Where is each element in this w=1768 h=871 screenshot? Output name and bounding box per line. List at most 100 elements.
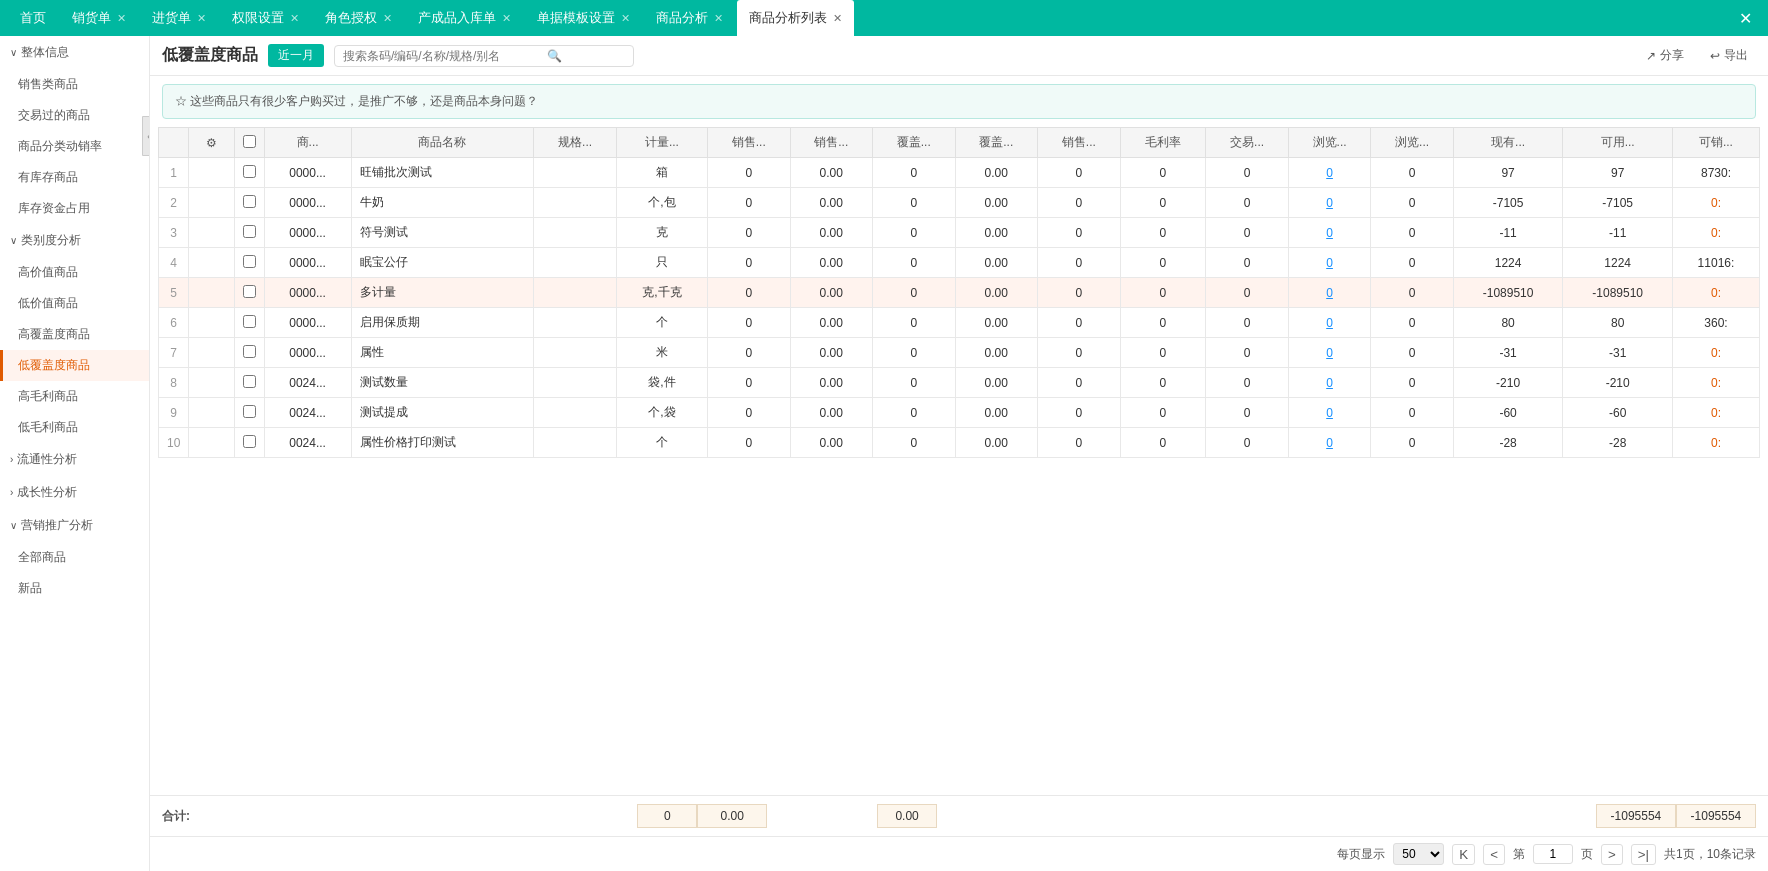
window-close-button[interactable]: ✕ bbox=[1731, 9, 1760, 28]
nav-tab-roles[interactable]: 角色授权 ✕ bbox=[313, 0, 404, 36]
close-icon[interactable]: ✕ bbox=[502, 12, 511, 25]
sidebar-item-traded-goods[interactable]: 交易过的商品 bbox=[0, 100, 149, 131]
col-unit[interactable]: 计量... bbox=[616, 128, 707, 158]
current-page-input[interactable] bbox=[1533, 844, 1573, 864]
row-checkbox-cell[interactable] bbox=[234, 428, 264, 458]
row-checkbox[interactable] bbox=[243, 285, 256, 298]
sidebar-item-category-turnover[interactable]: 商品分类动销率 bbox=[0, 131, 149, 162]
nav-tab-home[interactable]: 首页 bbox=[8, 0, 58, 36]
sidebar-item-sales-goods[interactable]: 销售类商品 bbox=[0, 69, 149, 100]
close-icon[interactable]: ✕ bbox=[383, 12, 392, 25]
row-browse1[interactable]: 0 bbox=[1288, 158, 1371, 188]
col-available[interactable]: 可用... bbox=[1563, 128, 1673, 158]
col-cover1[interactable]: 覆盖... bbox=[873, 128, 956, 158]
row-checkbox[interactable] bbox=[243, 165, 256, 178]
sidebar-item-low-coverage[interactable]: 低覆盖度商品 bbox=[0, 350, 149, 381]
select-all-checkbox[interactable] bbox=[243, 135, 256, 148]
col-code[interactable]: 商... bbox=[264, 128, 351, 158]
nav-tab-sales[interactable]: 销货单 ✕ bbox=[60, 0, 138, 36]
close-icon[interactable]: ✕ bbox=[197, 12, 206, 25]
page-size-select[interactable]: 50 100 200 bbox=[1393, 843, 1444, 865]
sidebar-section-liquidity[interactable]: › 流通性分析 bbox=[0, 443, 149, 476]
row-browse1[interactable]: 0 bbox=[1288, 278, 1371, 308]
search-icon[interactable]: 🔍 bbox=[547, 49, 562, 63]
share-button[interactable]: ↗ 分享 bbox=[1638, 44, 1692, 67]
row-checkbox[interactable] bbox=[243, 225, 256, 238]
col-cover2[interactable]: 覆盖... bbox=[955, 128, 1038, 158]
row-browse1[interactable]: 0 bbox=[1288, 398, 1371, 428]
col-browse1[interactable]: 浏览... bbox=[1288, 128, 1371, 158]
nav-tab-purchase[interactable]: 进货单 ✕ bbox=[140, 0, 218, 36]
row-checkbox-cell[interactable] bbox=[234, 218, 264, 248]
close-icon[interactable]: ✕ bbox=[117, 12, 126, 25]
sidebar-item-new-goods[interactable]: 新品 bbox=[0, 573, 149, 604]
col-settings[interactable]: ⚙ bbox=[189, 128, 234, 158]
nav-tab-analysis-list[interactable]: 商品分析列表 ✕ bbox=[737, 0, 854, 36]
close-icon[interactable]: ✕ bbox=[714, 12, 723, 25]
nav-tab-product-entry[interactable]: 产成品入库单 ✕ bbox=[406, 0, 523, 36]
sidebar-item-stock-capital[interactable]: 库存资金占用 bbox=[0, 193, 149, 224]
col-sales-qty[interactable]: 销售... bbox=[707, 128, 790, 158]
prev-page-button[interactable]: < bbox=[1483, 844, 1505, 865]
col-sales-amt[interactable]: 销售... bbox=[790, 128, 873, 158]
row-checkbox[interactable] bbox=[243, 255, 256, 268]
row-checkbox[interactable] bbox=[243, 345, 256, 358]
close-icon[interactable]: ✕ bbox=[290, 12, 299, 25]
col-browse2[interactable]: 浏览... bbox=[1371, 128, 1454, 158]
row-checkbox-cell[interactable] bbox=[234, 158, 264, 188]
sidebar-section-overall[interactable]: ∨ 整体信息 bbox=[0, 36, 149, 69]
sidebar-item-high-value[interactable]: 高价值商品 bbox=[0, 257, 149, 288]
row-browse1[interactable]: 0 bbox=[1288, 428, 1371, 458]
col-checkbox[interactable] bbox=[234, 128, 264, 158]
row-checkbox-cell[interactable] bbox=[234, 278, 264, 308]
col-current-stock[interactable]: 现有... bbox=[1453, 128, 1563, 158]
close-icon[interactable]: ✕ bbox=[621, 12, 630, 25]
next-page-button[interactable]: > bbox=[1601, 844, 1623, 865]
row-checkbox[interactable] bbox=[243, 405, 256, 418]
sidebar-item-low-value[interactable]: 低价值商品 bbox=[0, 288, 149, 319]
row-checkbox[interactable] bbox=[243, 435, 256, 448]
nav-tab-permissions[interactable]: 权限设置 ✕ bbox=[220, 0, 311, 36]
sidebar-item-high-coverage[interactable]: 高覆盖度商品 bbox=[0, 319, 149, 350]
row-current-stock: 80 bbox=[1453, 308, 1563, 338]
search-input[interactable] bbox=[343, 49, 543, 63]
row-browse1[interactable]: 0 bbox=[1288, 368, 1371, 398]
row-checkbox[interactable] bbox=[243, 375, 256, 388]
row-browse1[interactable]: 0 bbox=[1288, 338, 1371, 368]
last-page-button[interactable]: >| bbox=[1631, 844, 1656, 865]
col-trade[interactable]: 交易... bbox=[1206, 128, 1289, 158]
col-sellable[interactable]: 可销... bbox=[1672, 128, 1759, 158]
close-icon[interactable]: ✕ bbox=[833, 12, 842, 25]
sidebar-section-marketing[interactable]: ∨ 营销推广分析 bbox=[0, 509, 149, 542]
row-checkbox-cell[interactable] bbox=[234, 338, 264, 368]
sidebar-item-high-margin[interactable]: 高毛利商品 bbox=[0, 381, 149, 412]
row-checkbox-cell[interactable] bbox=[234, 188, 264, 218]
col-sales2[interactable]: 销售... bbox=[1038, 128, 1121, 158]
sidebar-item-low-margin[interactable]: 低毛利商品 bbox=[0, 412, 149, 443]
sidebar-item-all-goods[interactable]: 全部商品 bbox=[0, 542, 149, 573]
export-button[interactable]: ↩ 导出 bbox=[1702, 44, 1756, 67]
first-page-button[interactable]: K bbox=[1452, 844, 1475, 865]
nav-tab-template[interactable]: 单据模板设置 ✕ bbox=[525, 0, 642, 36]
sidebar-item-stock-goods[interactable]: 有库存商品 bbox=[0, 162, 149, 193]
sidebar-section-growth[interactable]: › 成长性分析 bbox=[0, 476, 149, 509]
row-browse1[interactable]: 0 bbox=[1288, 248, 1371, 278]
col-spec[interactable]: 规格... bbox=[534, 128, 617, 158]
col-gross-rate[interactable]: 毛利率 bbox=[1120, 128, 1206, 158]
row-checkbox-cell[interactable] bbox=[234, 308, 264, 338]
row-sales2: 0 bbox=[1038, 338, 1121, 368]
col-name[interactable]: 商品名称 bbox=[351, 128, 534, 158]
row-browse1[interactable]: 0 bbox=[1288, 188, 1371, 218]
row-checkbox-cell[interactable] bbox=[234, 248, 264, 278]
row-browse1[interactable]: 0 bbox=[1288, 218, 1371, 248]
row-checkbox-cell[interactable] bbox=[234, 368, 264, 398]
table-container[interactable]: ⚙ 商... 商品名称 规格... 计量... 销售... 销售... 覆盖..… bbox=[158, 127, 1760, 795]
sidebar-section-category-analysis[interactable]: ∨ 类别度分析 bbox=[0, 224, 149, 257]
nav-tab-analysis[interactable]: 商品分析 ✕ bbox=[644, 0, 735, 36]
sidebar-collapse-button[interactable]: « bbox=[142, 116, 150, 156]
row-checkbox[interactable] bbox=[243, 195, 256, 208]
time-filter-button[interactable]: 近一月 bbox=[268, 44, 324, 67]
row-browse1[interactable]: 0 bbox=[1288, 308, 1371, 338]
row-checkbox[interactable] bbox=[243, 315, 256, 328]
row-checkbox-cell[interactable] bbox=[234, 398, 264, 428]
